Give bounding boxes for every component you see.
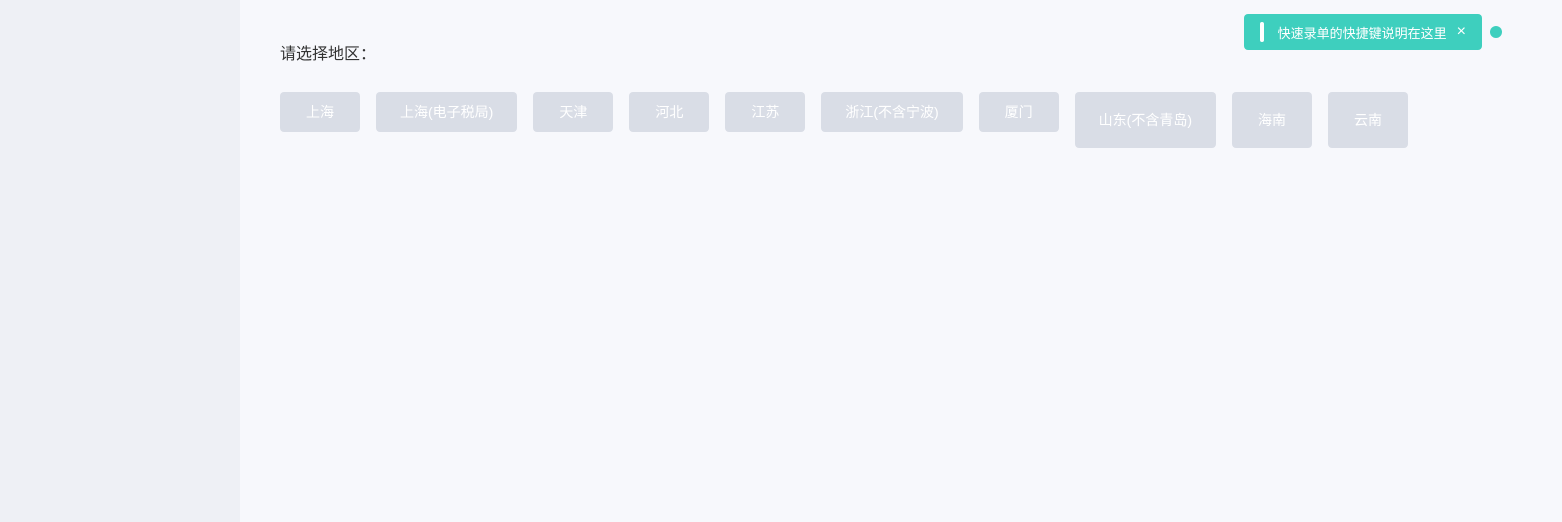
tooltip-box[interactable]: 快速录单的快捷键说明在这里 × bbox=[1244, 14, 1482, 50]
region-btn-jiangsu[interactable]: 江苏 bbox=[725, 92, 805, 132]
tooltip-close-icon[interactable]: × bbox=[1457, 24, 1466, 40]
region-btn-hainan[interactable]: 海南 bbox=[1232, 92, 1312, 148]
region-row-2: 山东(不含青岛) 海南 云南 bbox=[1075, 92, 1408, 148]
region-row-1: 上海 上海(电子税局) 天津 河北 江苏 浙江(不含宁波) 厦门 bbox=[280, 92, 1059, 132]
region-btn-hebei[interactable]: 河北 bbox=[629, 92, 709, 132]
main-content: 快速录单的快捷键说明在这里 × 请选择地区： 上海 上海(电子税局) 天津 河北… bbox=[240, 0, 1562, 522]
sidebar bbox=[0, 0, 240, 522]
region-btn-shandong[interactable]: 山东(不含青岛) bbox=[1075, 92, 1216, 148]
region-btn-xiamen[interactable]: 厦门 bbox=[979, 92, 1059, 132]
bar-indicator-icon bbox=[1260, 22, 1264, 42]
tooltip-bar: 快速录单的快捷键说明在这里 × bbox=[1244, 14, 1502, 50]
region-btn-tianjin[interactable]: 天津 bbox=[533, 92, 613, 132]
tooltip-text: 快速录单的快捷键说明在这里 bbox=[1278, 23, 1447, 42]
region-btn-yunnan[interactable]: 云南 bbox=[1328, 92, 1408, 148]
region-buttons-container: 上海 上海(电子税局) 天津 河北 江苏 浙江(不含宁波) 厦门 山东(不含青岛… bbox=[280, 92, 1522, 148]
region-btn-shanghai[interactable]: 上海 bbox=[280, 92, 360, 132]
region-btn-shanghai-etax[interactable]: 上海(电子税局) bbox=[376, 92, 517, 132]
tooltip-dot-icon bbox=[1490, 26, 1502, 38]
region-btn-zhejiang[interactable]: 浙江(不含宁波) bbox=[821, 92, 962, 132]
